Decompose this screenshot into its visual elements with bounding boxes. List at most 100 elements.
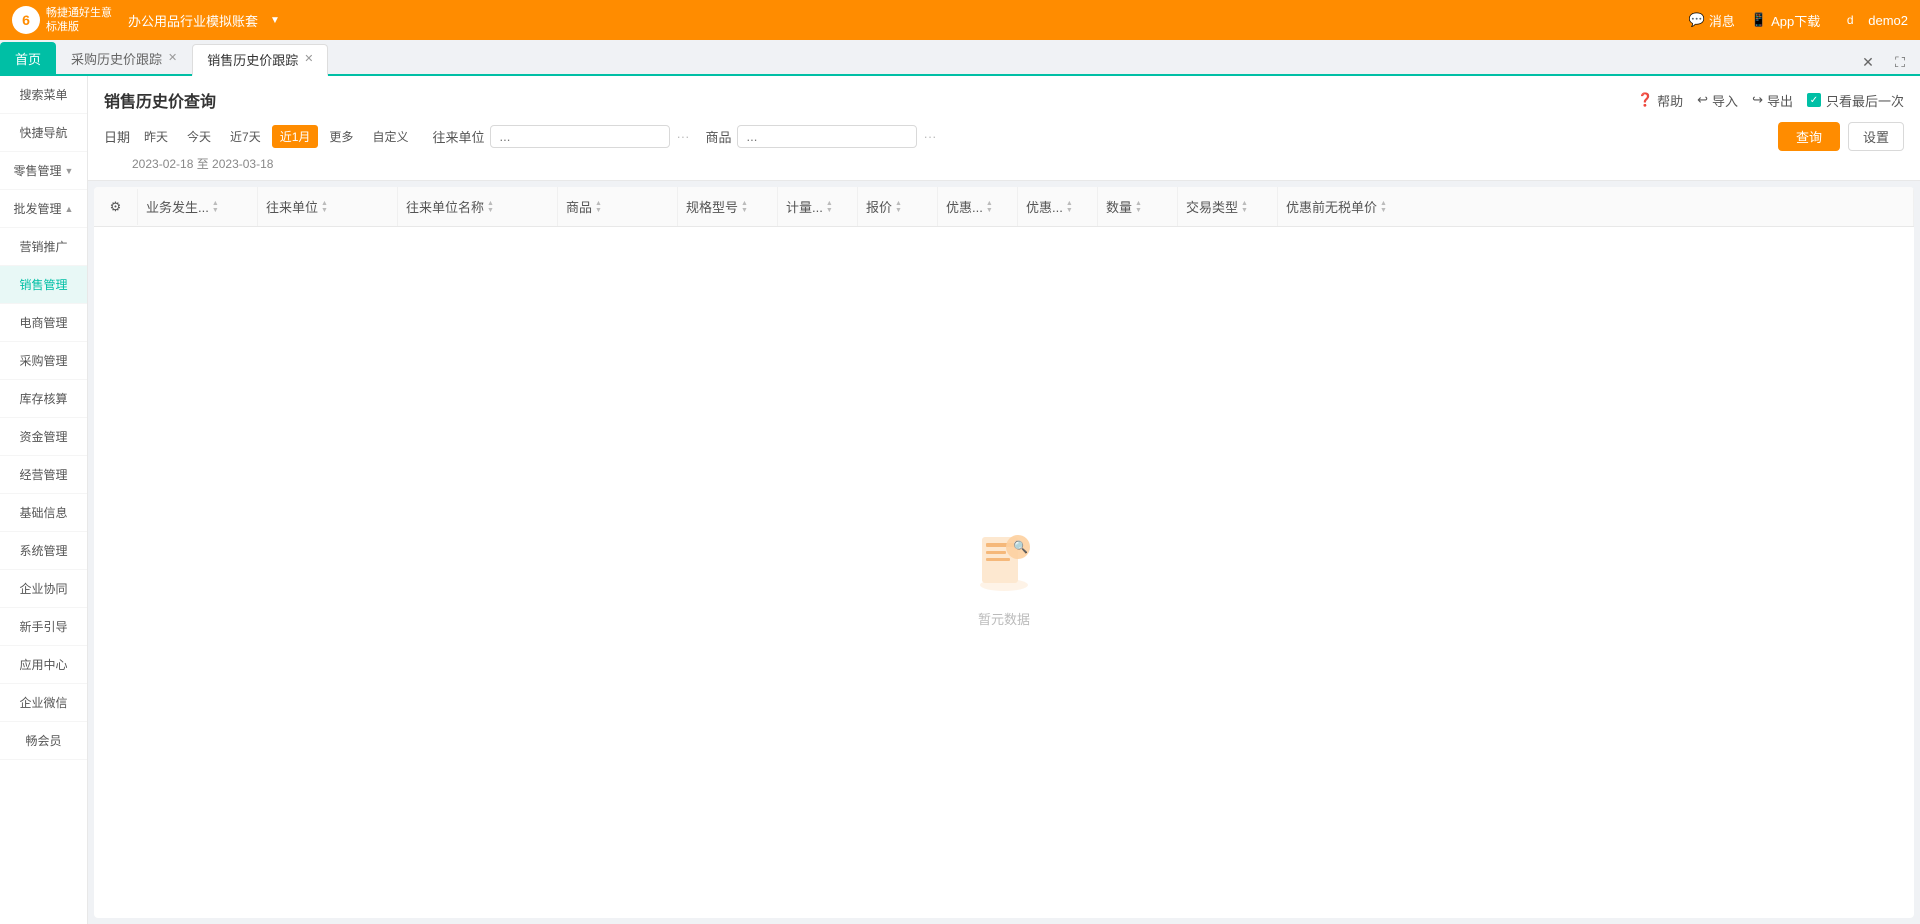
sidebar-item-inventory[interactable]: 库存核算 — [0, 380, 87, 418]
th-qty-label: 数量 — [1106, 197, 1132, 216]
sidebar-item-search-menu[interactable]: 搜索菜单 — [0, 76, 87, 114]
th-unit[interactable]: 计量... ▲▼ — [778, 187, 858, 226]
table-container: ⚙ 业务发生... ▲▼ 往来单位 ▲▼ 往来单位名称 ▲▼ 商品 ▲▼ — [94, 187, 1914, 918]
date-btn-custom[interactable]: 自定义 — [364, 125, 416, 148]
th-unit-label: 计量... — [786, 197, 823, 216]
sidebar-item-basic-info[interactable]: 基础信息 — [0, 494, 87, 532]
sidebar-item-ecom-mgmt[interactable]: 电商管理 — [0, 304, 87, 342]
export-btn[interactable]: ↪ 导出 — [1752, 91, 1793, 110]
empty-state: 🔍 暂元数据 — [94, 227, 1914, 918]
page-header: 销售历史价查询 ❓ 帮助 ↩ 导入 ↪ 导出 ✓ — [88, 76, 1920, 181]
tab-actions: ✕ ⛶ — [1856, 50, 1920, 74]
th-partner-name[interactable]: 往来单位名称 ▲▼ — [398, 187, 558, 226]
th-settings[interactable]: ⚙ — [94, 189, 138, 225]
query-button[interactable]: 查询 — [1778, 122, 1840, 151]
th-partner-name-label: 往来单位名称 — [406, 197, 484, 216]
sidebar-item-enterprise-wechat[interactable]: 企业微信 — [0, 684, 87, 722]
sort-icon: ▲▼ — [1066, 200, 1073, 214]
th-discount1[interactable]: 优惠... ▲▼ — [938, 187, 1018, 226]
sidebar-item-label: 经营管理 — [19, 466, 67, 483]
th-trade-type[interactable]: 交易类型 ▲▼ — [1178, 187, 1278, 226]
header-left: 6 畅捷通好生意 标准版 办公用品行业模拟账套 ▼ — [12, 6, 280, 35]
checkbox-checked-icon: ✓ — [1807, 93, 1821, 107]
th-spec[interactable]: 规格型号 ▲▼ — [678, 187, 778, 226]
sidebar-item-finance-mgmt[interactable]: 资金管理 — [0, 418, 87, 456]
sidebar-arrow-icon: ▼ — [65, 166, 74, 176]
sidebar-item-member[interactable]: 畅会员 — [0, 722, 87, 760]
sidebar-arrow-icon: ▲ — [65, 204, 74, 214]
th-product[interactable]: 商品 ▲▼ — [558, 187, 678, 226]
tab-sales-close-icon[interactable]: ✕ — [304, 54, 313, 65]
maximize-window-btn[interactable]: ⛶ — [1888, 50, 1912, 74]
product-filter-label: 商品 — [705, 127, 731, 146]
tab-purchase-close-icon[interactable]: ✕ — [168, 53, 177, 64]
tab-home[interactable]: 首页 — [0, 42, 56, 74]
app-icon: 📱 — [1751, 12, 1767, 28]
th-discount2-label: 优惠... — [1026, 197, 1063, 216]
sidebar-item-system-mgmt[interactable]: 系统管理 — [0, 532, 87, 570]
sidebar-item-wholesale-mgmt[interactable]: 批发管理 ▲ — [0, 190, 87, 228]
date-range-display: 2023-02-18 至 2023-03-18 — [132, 155, 1904, 172]
sort-icon: ▲▼ — [1380, 200, 1387, 214]
sort-icon: ▲▼ — [321, 200, 328, 214]
sidebar-item-label: 畅会员 — [25, 732, 61, 749]
sidebar-item-label: 企业协同 — [19, 580, 67, 597]
import-btn[interactable]: ↩ 导入 — [1697, 91, 1738, 110]
date-btn-last7[interactable]: 近7天 — [222, 125, 269, 148]
sidebar-item-label: 批发管理 — [14, 200, 62, 217]
tab-purchase[interactable]: 采购历史价跟踪 ✕ — [56, 42, 192, 74]
sort-icon: ▲▼ — [826, 200, 833, 214]
th-price[interactable]: 报价 ▲▼ — [858, 187, 938, 226]
th-partner-code-label: 往来单位 — [266, 197, 318, 216]
page-title-row: 销售历史价查询 ❓ 帮助 ↩ 导入 ↪ 导出 ✓ — [104, 88, 1904, 112]
date-btn-yesterday[interactable]: 昨天 — [136, 125, 176, 148]
content-area: 销售历史价查询 ❓ 帮助 ↩ 导入 ↪ 导出 ✓ — [88, 76, 1920, 924]
th-qty[interactable]: 数量 ▲▼ — [1098, 187, 1178, 226]
date-btn-today[interactable]: 今天 — [179, 125, 219, 148]
settings-button[interactable]: 设置 — [1848, 122, 1904, 151]
sidebar-item-label: 基础信息 — [19, 504, 67, 521]
partner-filter-input[interactable] — [490, 125, 670, 148]
sort-icon: ▲▼ — [1241, 200, 1248, 214]
date-buttons: 昨天 今天 近7天 近1月 更多 自定义 — [136, 125, 416, 148]
help-btn[interactable]: ❓ 帮助 — [1637, 91, 1683, 110]
close-window-btn[interactable]: ✕ — [1856, 50, 1880, 74]
sidebar-item-label: 库存核算 — [19, 390, 67, 407]
sidebar-item-biz-mgmt[interactable]: 经营管理 — [0, 456, 87, 494]
sidebar-item-purchase-mgmt[interactable]: 采购管理 — [0, 342, 87, 380]
empty-text: 暂元数据 — [978, 609, 1030, 628]
sidebar-item-retail-mgmt[interactable]: 零售管理 ▼ — [0, 152, 87, 190]
date-btn-more[interactable]: 更多 — [321, 125, 361, 148]
date-btn-last1m[interactable]: 近1月 — [272, 125, 319, 148]
table-header: ⚙ 业务发生... ▲▼ 往来单位 ▲▼ 往来单位名称 ▲▼ 商品 ▲▼ — [94, 187, 1914, 227]
help-icon: ❓ — [1637, 92, 1653, 108]
sort-icon: ▲▼ — [986, 200, 993, 214]
sort-icon: ▲▼ — [487, 200, 494, 214]
sidebar-item-marketing[interactable]: 营销推广 — [0, 228, 87, 266]
tab-sales[interactable]: 销售历史价跟踪 ✕ — [192, 44, 328, 76]
sidebar-item-label: 营销推广 — [19, 238, 67, 255]
breadcrumb-dropdown-icon[interactable]: ▼ — [270, 15, 280, 26]
th-no-tax-price-label: 优惠前无税单价 — [1286, 197, 1377, 216]
sidebar-item-quick-nav[interactable]: 快捷导航 — [0, 114, 87, 152]
message-btn[interactable]: 💬 消息 — [1689, 11, 1735, 30]
svg-text:🔍: 🔍 — [1013, 539, 1028, 554]
th-partner-code[interactable]: 往来单位 ▲▼ — [258, 187, 398, 226]
filter-row: 日期 昨天 今天 近7天 近1月 更多 自定义 往来单位 ··· — [104, 122, 1904, 151]
sidebar-item-label: 新手引导 — [19, 618, 67, 635]
th-business-date[interactable]: 业务发生... ▲▼ — [138, 187, 258, 226]
only-last-checkbox[interactable]: ✓ 只看最后一次 — [1807, 91, 1904, 110]
user-menu-btn[interactable]: d demo2 — [1836, 6, 1908, 34]
sidebar-item-sales-mgmt[interactable]: 销售管理 — [0, 266, 87, 304]
sidebar-item-label: 企业微信 — [19, 694, 67, 711]
th-no-tax-price[interactable]: 优惠前无税单价 ▲▼ — [1278, 187, 1914, 226]
export-icon: ↪ — [1752, 92, 1763, 108]
header-right: 💬 消息 📱 App下载 d demo2 — [1689, 6, 1908, 34]
sidebar-item-new-guide[interactable]: 新手引导 — [0, 608, 87, 646]
th-discount2[interactable]: 优惠... ▲▼ — [1018, 187, 1098, 226]
sidebar-item-app-center[interactable]: 应用中心 — [0, 646, 87, 684]
app-download-btn[interactable]: 📱 App下载 — [1751, 11, 1820, 30]
product-filter-input[interactable] — [737, 125, 917, 148]
sidebar-item-enterprise-coop[interactable]: 企业协同 — [0, 570, 87, 608]
sort-icon: ▲▼ — [741, 200, 748, 214]
